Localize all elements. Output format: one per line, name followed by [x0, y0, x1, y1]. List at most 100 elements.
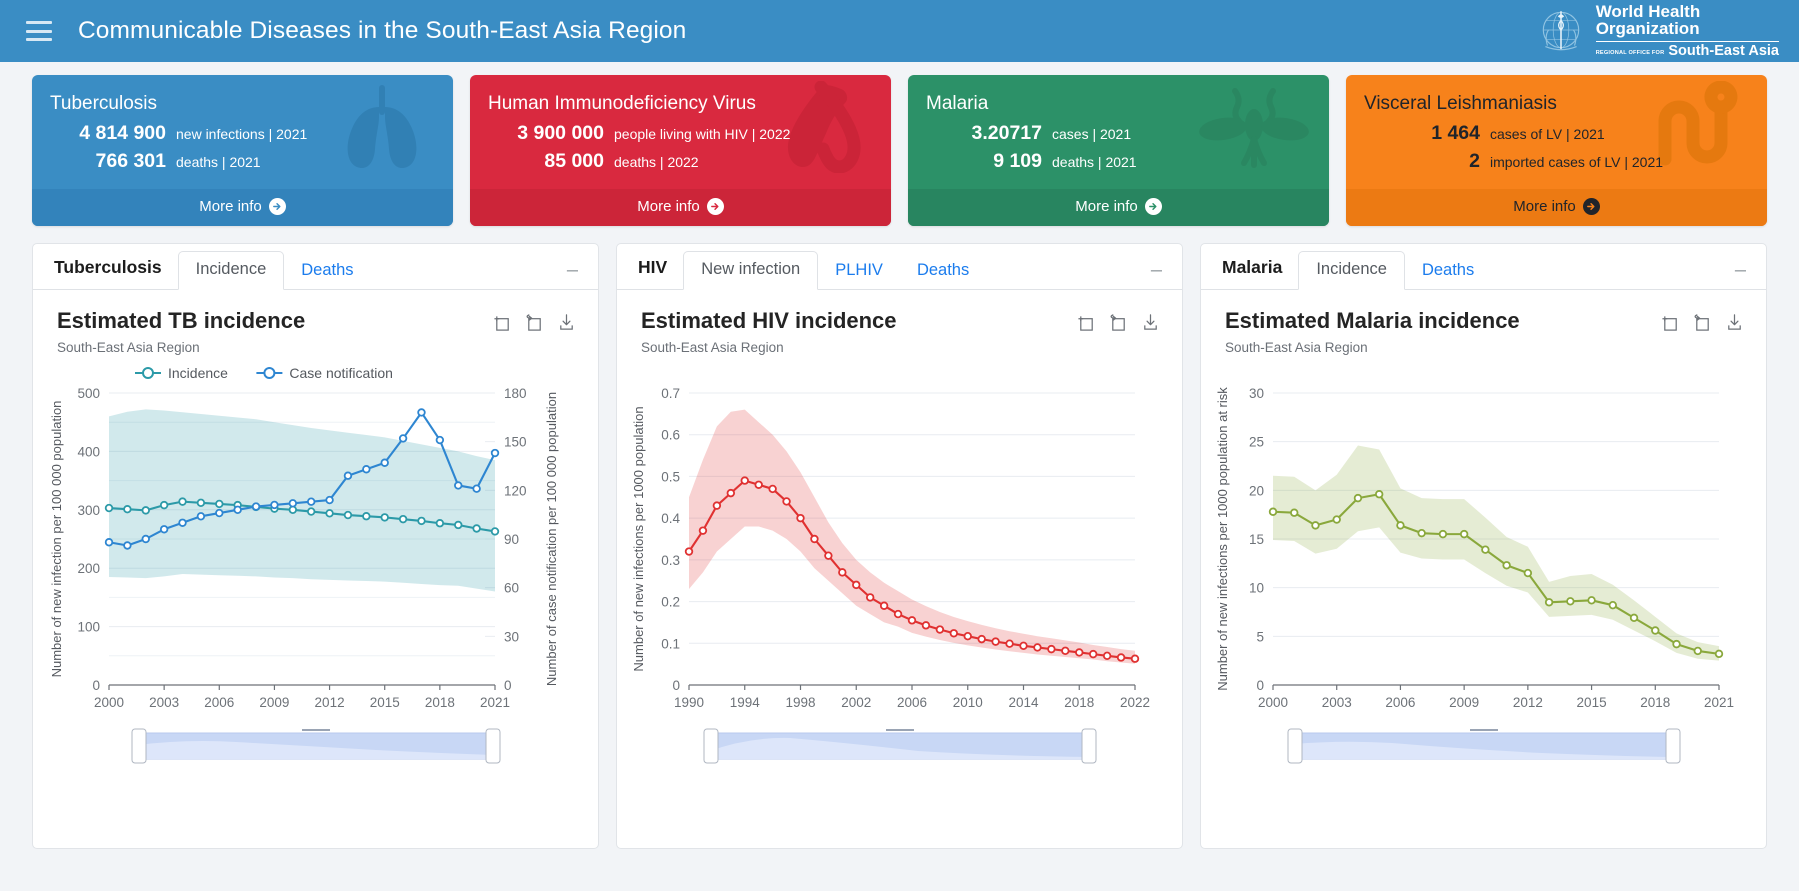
- svg-text:100: 100: [77, 620, 100, 635]
- kpi-value: 766 301: [50, 150, 176, 173]
- svg-text:2021: 2021: [480, 695, 510, 710]
- svg-text:2018: 2018: [1640, 695, 1670, 710]
- panel-tabbar: HIV New infection PLHIV Deaths –: [617, 244, 1182, 290]
- svg-text:0: 0: [504, 678, 512, 693]
- svg-text:60: 60: [504, 581, 519, 596]
- arrow-right-icon: [1583, 198, 1600, 215]
- chart-plot-tb: 0100200300400500030609012015018020002003…: [33, 355, 598, 729]
- add-box-icon[interactable]: [1661, 313, 1680, 332]
- tab-malaria-deaths[interactable]: Deaths: [1405, 253, 1491, 290]
- reset-box-icon[interactable]: [525, 313, 544, 332]
- download-icon[interactable]: [557, 313, 576, 332]
- chart-toolbar: [493, 308, 576, 332]
- kpi-card-visceral-leishmaniasis[interactable]: Visceral Leishmaniasis 1 464 cases of LV…: [1346, 75, 1767, 226]
- kpi-label: people living with HIV | 2022: [614, 126, 790, 142]
- kpi-value: 3.20717: [926, 122, 1052, 145]
- tb-incidence-chart[interactable]: 0100200300400500030609012015018020002003…: [43, 359, 569, 729]
- panel-tabbar: Tuberculosis Incidence Deaths –: [33, 244, 598, 290]
- kpi-title: Malaria: [926, 93, 1311, 115]
- svg-text:2010: 2010: [953, 695, 983, 710]
- reset-box-icon[interactable]: [1109, 313, 1128, 332]
- svg-text:1998: 1998: [785, 695, 815, 710]
- svg-text:2002: 2002: [841, 695, 871, 710]
- chart-plot-hiv: 00.10.20.30.40.50.60.7199019941998200220…: [617, 355, 1182, 729]
- chart-header: Estimated HIV incidence South-East Asia …: [617, 290, 1182, 355]
- kpi-value: 3 900 000: [488, 122, 614, 145]
- hiv-incidence-chart[interactable]: 00.10.20.30.40.50.60.7199019941998200220…: [627, 359, 1153, 729]
- hamburger-icon[interactable]: [26, 21, 52, 41]
- kpi-card-row: Tuberculosis 4 814 900 new infections | …: [0, 62, 1799, 226]
- kpi-label: deaths | 2022: [614, 154, 699, 170]
- svg-text:90: 90: [504, 532, 519, 547]
- tb-range-scrollbar[interactable]: [33, 725, 598, 767]
- kpi-stat: 3.20717 cases | 2021: [926, 122, 1311, 145]
- hamburger-bar: [26, 38, 52, 41]
- kpi-card-tuberculosis[interactable]: Tuberculosis 4 814 900 new infections | …: [32, 75, 453, 226]
- kpi-value: 2: [1364, 150, 1490, 173]
- download-icon[interactable]: [1141, 313, 1160, 332]
- more-info-button-malaria[interactable]: More info: [908, 189, 1329, 226]
- kpi-label: imported cases of LV | 2021: [1490, 154, 1663, 170]
- who-regional-small: REGIONAL OFFICE FOR: [1596, 51, 1665, 59]
- kpi-card-hiv[interactable]: Human Immunodeficiency Virus 3 900 000 p…: [470, 75, 891, 226]
- more-info-button-tuberculosis[interactable]: More info: [32, 189, 453, 226]
- minimize-button[interactable]: –: [1151, 265, 1182, 289]
- kpi-card-malaria[interactable]: Malaria 3.20717 cases | 2021 9 109 death…: [908, 75, 1329, 226]
- malaria-incidence-chart[interactable]: 0510152025302000200320062009201220152018…: [1211, 359, 1737, 729]
- svg-text:2009: 2009: [1449, 695, 1479, 710]
- tb-range-slider[interactable]: [126, 725, 506, 767]
- who-emblem-icon: [1535, 5, 1587, 57]
- kpi-value: 9 109: [926, 150, 1052, 173]
- who-regional-big: South-East Asia: [1668, 44, 1779, 59]
- kpi-value: 4 814 900: [50, 122, 176, 145]
- svg-text:2018: 2018: [425, 695, 455, 710]
- tab-hiv-deaths[interactable]: Deaths: [900, 253, 986, 290]
- chart-subtitle: South-East Asia Region: [1225, 340, 1520, 355]
- chart-header: Estimated TB incidence South-East Asia R…: [33, 290, 598, 355]
- tab-hiv-new-infection[interactable]: New infection: [683, 251, 818, 290]
- malaria-range-slider[interactable]: [1282, 725, 1686, 767]
- svg-text:Case notification: Case notification: [289, 365, 393, 381]
- chart-title: Estimated TB incidence: [57, 308, 305, 334]
- svg-text:2003: 2003: [149, 695, 179, 710]
- malaria-range-scrollbar[interactable]: [1201, 725, 1766, 767]
- kpi-body: Tuberculosis 4 814 900 new infections | …: [32, 75, 453, 189]
- add-box-icon[interactable]: [1077, 313, 1096, 332]
- kpi-label: deaths | 2021: [176, 154, 261, 170]
- more-info-label: More info: [1513, 198, 1576, 215]
- kpi-label: new infections | 2021: [176, 126, 307, 142]
- tab-malaria-incidence[interactable]: Incidence: [1298, 251, 1405, 290]
- kpi-label: cases | 2021: [1052, 126, 1131, 142]
- svg-text:0.2: 0.2: [661, 595, 680, 610]
- more-info-button-hiv[interactable]: More info: [470, 189, 891, 226]
- panel-hiv: HIV New infection PLHIV Deaths – Estimat…: [616, 243, 1183, 849]
- download-icon[interactable]: [1725, 313, 1744, 332]
- svg-text:2012: 2012: [315, 695, 345, 710]
- more-info-label: More info: [1075, 198, 1138, 215]
- svg-text:Number of new infections per 1: Number of new infections per 1000 popula…: [631, 406, 646, 671]
- hiv-range-scrollbar[interactable]: [617, 725, 1182, 767]
- svg-text:20: 20: [1249, 483, 1264, 498]
- svg-text:200: 200: [77, 561, 100, 576]
- add-box-icon[interactable]: [493, 313, 512, 332]
- svg-text:1994: 1994: [730, 695, 761, 710]
- svg-text:25: 25: [1249, 435, 1264, 450]
- svg-text:500: 500: [77, 386, 100, 401]
- svg-text:0.4: 0.4: [661, 511, 680, 526]
- chart-plot-malaria: 0510152025302000200320062009201220152018…: [1201, 355, 1766, 729]
- svg-text:150: 150: [504, 435, 527, 450]
- svg-text:15: 15: [1249, 532, 1264, 547]
- tab-tb-deaths[interactable]: Deaths: [284, 253, 370, 290]
- tab-hiv-plhiv[interactable]: PLHIV: [818, 253, 900, 290]
- reset-box-icon[interactable]: [1693, 313, 1712, 332]
- tab-tb-incidence[interactable]: Incidence: [178, 251, 285, 290]
- minimize-button[interactable]: –: [567, 265, 598, 289]
- minimize-button[interactable]: –: [1735, 265, 1766, 289]
- svg-text:2015: 2015: [370, 695, 400, 710]
- chart-title: Estimated HIV incidence: [641, 308, 897, 334]
- kpi-body: Visceral Leishmaniasis 1 464 cases of LV…: [1346, 75, 1767, 189]
- svg-text:2014: 2014: [1008, 695, 1039, 710]
- more-info-label: More info: [199, 198, 262, 215]
- hiv-range-slider[interactable]: [698, 725, 1102, 767]
- more-info-button-visceral-leishmaniasis[interactable]: More info: [1346, 189, 1767, 226]
